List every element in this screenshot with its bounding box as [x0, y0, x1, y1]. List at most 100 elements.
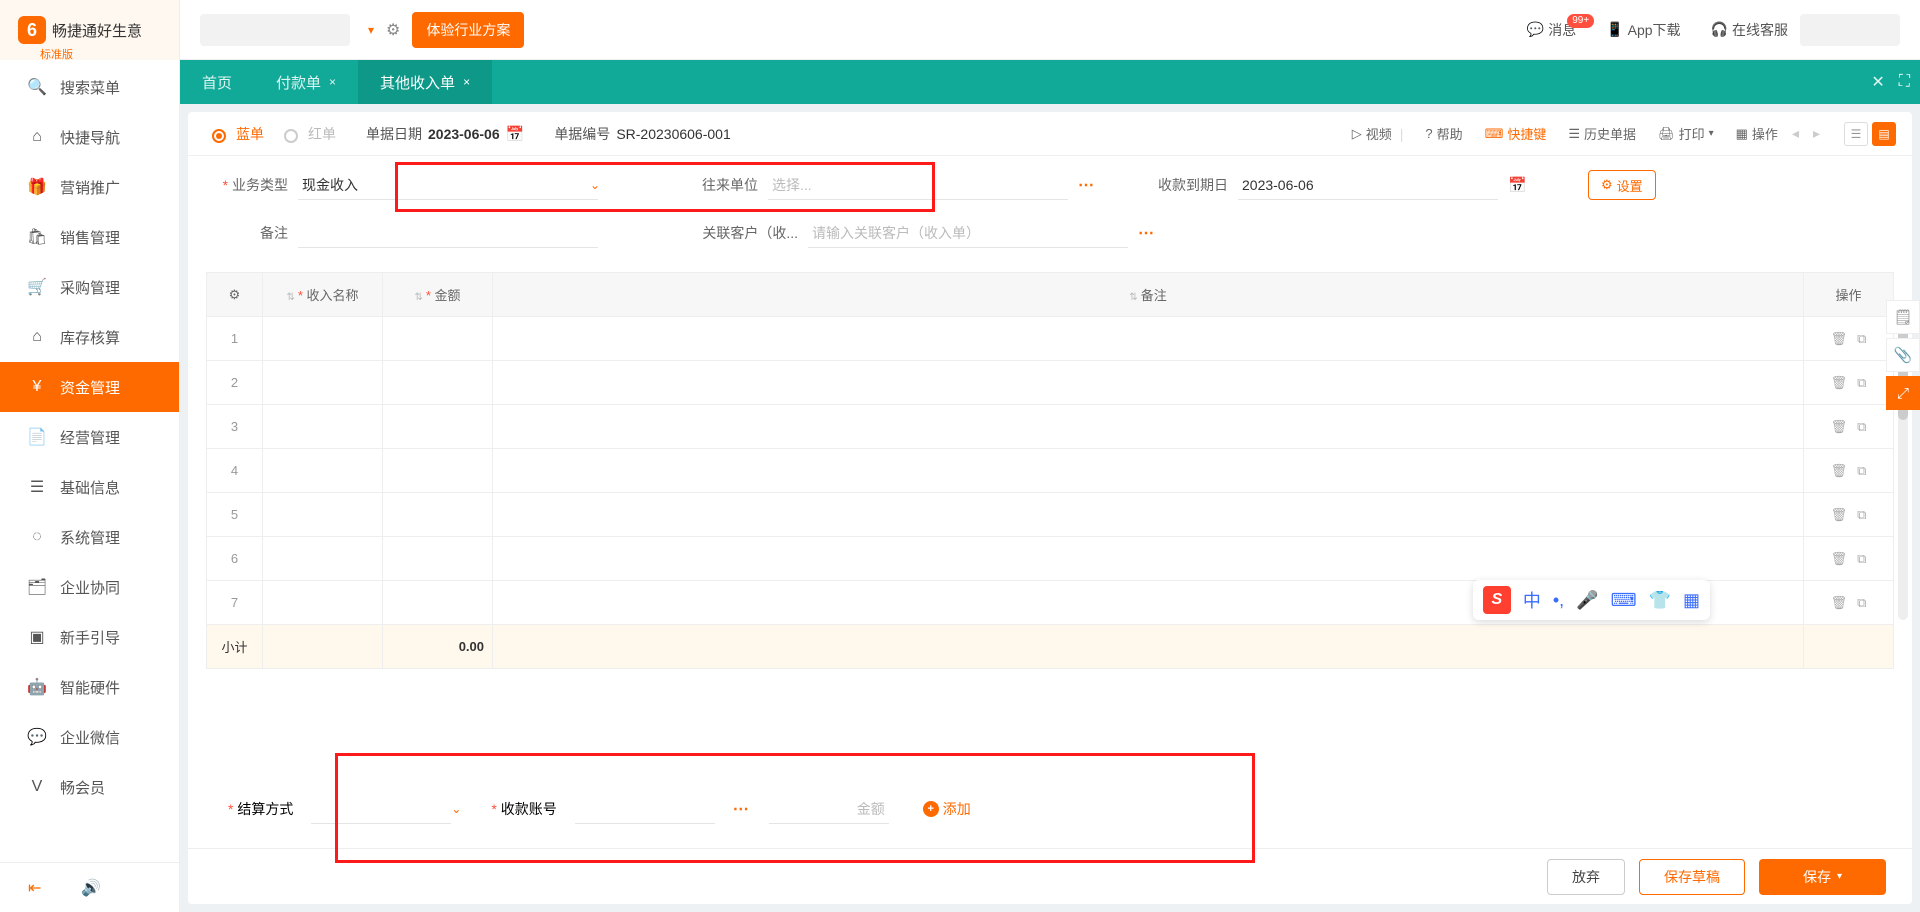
- ime-lang[interactable]: 中: [1523, 587, 1541, 613]
- print-action[interactable]: 🖨打印▾: [1658, 124, 1714, 143]
- add-settlement-link[interactable]: + 添加: [923, 799, 971, 819]
- brand-name: 畅捷通好生意: [52, 20, 142, 41]
- delete-icon[interactable]: 🗑: [1831, 375, 1848, 391]
- settle-method-select[interactable]: [311, 794, 451, 824]
- discard-button[interactable]: 放弃: [1547, 859, 1625, 895]
- save-button[interactable]: 保存▾: [1759, 859, 1886, 895]
- org-selector[interactable]: [200, 14, 350, 46]
- help-action[interactable]: ?帮助: [1425, 124, 1462, 143]
- delete-icon[interactable]: 🗑: [1831, 507, 1848, 523]
- sidebar-item-purchase[interactable]: 🛒采购管理: [0, 262, 179, 312]
- biz-type-select[interactable]: [298, 170, 598, 200]
- sidebar-item-operation[interactable]: 📄经营管理: [0, 412, 179, 462]
- gear-icon[interactable]: ⚙: [386, 20, 400, 40]
- table-row[interactable]: 4🗑⧉: [207, 449, 1894, 493]
- save-draft-button[interactable]: 保存草稿: [1639, 859, 1745, 895]
- table-row[interactable]: 1🗑⧉: [207, 317, 1894, 361]
- view-card-toggle[interactable]: ▤: [1872, 122, 1896, 146]
- link-customer-input[interactable]: [808, 218, 1128, 248]
- col-remark[interactable]: ⇅备注: [493, 273, 1804, 317]
- rail-clip-icon[interactable]: 📎: [1886, 338, 1920, 372]
- user-chip[interactable]: [1800, 14, 1900, 46]
- radio-red[interactable]: [284, 129, 298, 143]
- radio-blue[interactable]: [212, 129, 226, 143]
- col-gear[interactable]: ⚙: [207, 273, 263, 317]
- tab-close-all-icon[interactable]: ✕: [1871, 72, 1884, 92]
- copy-icon[interactable]: ⧉: [1857, 331, 1866, 347]
- delete-icon[interactable]: 🗑: [1831, 463, 1848, 479]
- sidebar-item-wechat[interactable]: 💬企业微信: [0, 712, 179, 762]
- history-action[interactable]: ☰历史单据: [1568, 124, 1636, 143]
- app-download-link[interactable]: 📱 App下载: [1606, 20, 1680, 40]
- table-row[interactable]: 6🗑⧉: [207, 537, 1894, 581]
- col-income-name[interactable]: ⇅收入名称: [263, 273, 383, 317]
- sidebar-item-collab[interactable]: 🗂企业协同: [0, 562, 179, 612]
- sidebar-item-search[interactable]: 🔍搜索菜单: [0, 62, 179, 112]
- copy-icon[interactable]: ⧉: [1857, 551, 1866, 567]
- sidebar-item-basic[interactable]: ☰基础信息: [0, 462, 179, 512]
- copy-icon[interactable]: ⧉: [1857, 463, 1866, 479]
- sidebar-item-hardware[interactable]: 🤖智能硬件: [0, 662, 179, 712]
- copy-icon[interactable]: ⧉: [1857, 507, 1866, 523]
- sidebar-item-quicknav[interactable]: ⌂快捷导航: [0, 112, 179, 162]
- ime-skin-icon[interactable]: 👕: [1649, 590, 1671, 611]
- delete-icon[interactable]: 🗑: [1831, 331, 1848, 347]
- ime-punct-icon[interactable]: •,: [1553, 590, 1564, 611]
- copy-icon[interactable]: ⧉: [1857, 375, 1866, 391]
- account-lookup-icon[interactable]: ⋯: [733, 799, 751, 819]
- sound-icon[interactable]: 🔊: [81, 878, 101, 898]
- ime-toolbar[interactable]: S 中 •, 🎤 ⌨ 👕 ▦: [1473, 580, 1710, 620]
- calendar-icon[interactable]: 📅: [1508, 176, 1527, 194]
- sidebar-item-system[interactable]: ◌系统管理: [0, 512, 179, 562]
- tab-payment[interactable]: 付款单×: [254, 60, 358, 104]
- tab-other-income[interactable]: 其他收入单×: [358, 60, 492, 104]
- counterparty-lookup-icon[interactable]: ⋯: [1078, 175, 1096, 195]
- doc-code-label: 单据编号: [554, 124, 610, 144]
- link-customer-lookup-icon[interactable]: ⋯: [1138, 223, 1156, 243]
- sidebar-item-guide[interactable]: ▣新手引导: [0, 612, 179, 662]
- table-row[interactable]: 2🗑⧉: [207, 361, 1894, 405]
- copy-icon[interactable]: ⧉: [1857, 595, 1866, 611]
- prev-icon[interactable]: ◂: [1792, 125, 1799, 142]
- remarks-input[interactable]: [298, 218, 598, 248]
- chevron-down-icon[interactable]: ⌄: [451, 802, 461, 816]
- col-amount[interactable]: ⇅金额: [383, 273, 493, 317]
- close-icon[interactable]: ×: [329, 75, 336, 89]
- ime-keyboard-icon[interactable]: ⌨: [1611, 590, 1637, 611]
- account-input[interactable]: [575, 794, 715, 824]
- counterparty-input[interactable]: [768, 170, 1068, 200]
- copy-icon[interactable]: ⧉: [1857, 419, 1866, 435]
- ime-mic-icon[interactable]: 🎤: [1576, 590, 1598, 611]
- tab-fullscreen-icon[interactable]: ⛶: [1899, 73, 1910, 91]
- sidebar-item-member[interactable]: V畅会员: [0, 762, 179, 812]
- close-icon[interactable]: ×: [463, 75, 470, 89]
- shortcut-action[interactable]: ⌨快捷键: [1485, 124, 1547, 143]
- settle-amount-input[interactable]: [769, 794, 889, 824]
- next-icon[interactable]: ▸: [1813, 125, 1820, 142]
- chevron-down-icon[interactable]: ▾: [368, 23, 374, 37]
- table-row[interactable]: 3🗑⧉: [207, 405, 1894, 449]
- rail-expand-icon[interactable]: ⤢: [1886, 376, 1920, 410]
- settings-button[interactable]: ⚙设置: [1588, 170, 1656, 200]
- due-date-input[interactable]: [1238, 170, 1498, 200]
- ime-toolbox-icon[interactable]: ▦: [1683, 590, 1700, 611]
- sidebar-item-sales[interactable]: 🛍销售管理: [0, 212, 179, 262]
- table-row[interactable]: 5🗑⧉: [207, 493, 1894, 537]
- experience-button[interactable]: 体验行业方案: [412, 12, 524, 48]
- tab-home[interactable]: 首页: [180, 60, 254, 104]
- collapse-icon[interactable]: ⇤: [28, 878, 41, 898]
- operate-action[interactable]: ▦操作: [1736, 124, 1778, 143]
- sidebar-item-inventory[interactable]: ⌂库存核算: [0, 312, 179, 362]
- sidebar-item-marketing[interactable]: 🎁营销推广: [0, 162, 179, 212]
- delete-icon[interactable]: 🗑: [1831, 419, 1848, 435]
- rail-calc-icon[interactable]: 🗒: [1886, 300, 1920, 334]
- customer-service-link[interactable]: 🎧 在线客服: [1711, 20, 1788, 40]
- sidebar-item-finance[interactable]: ¥资金管理: [0, 362, 179, 412]
- view-list-toggle[interactable]: ☰: [1844, 122, 1868, 146]
- delete-icon[interactable]: 🗑: [1831, 551, 1848, 567]
- calendar-icon[interactable]: 📅: [506, 125, 525, 143]
- doc-date-value[interactable]: 2023-06-06: [428, 126, 500, 142]
- video-action[interactable]: ▷视频: [1352, 124, 1392, 143]
- messages-link[interactable]: 💬 消息 99+: [1527, 20, 1576, 40]
- delete-icon[interactable]: 🗑: [1831, 595, 1848, 611]
